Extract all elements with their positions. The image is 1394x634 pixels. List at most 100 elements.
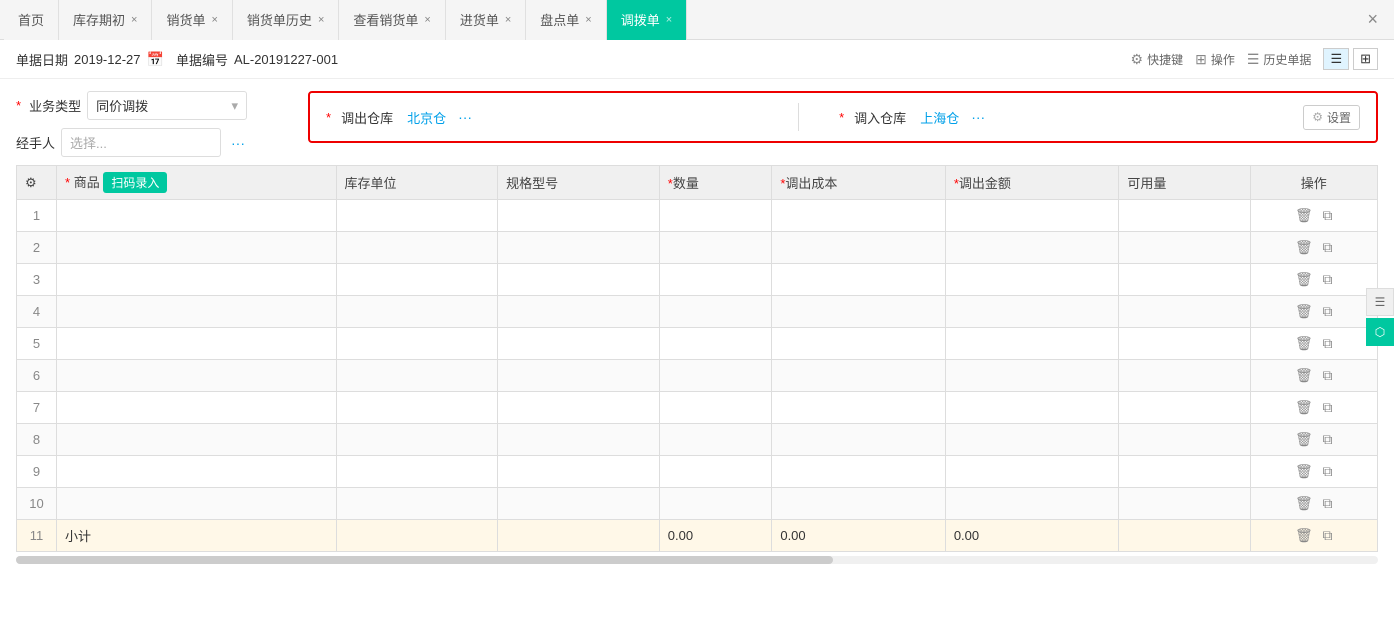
out-warehouse-value[interactable]: 北京仓 [407,108,446,127]
shortcut-action[interactable]: ⚙ 快捷键 [1131,51,1184,68]
row-amount[interactable] [945,456,1118,488]
tab-home[interactable]: 首页 [4,0,59,40]
row-cost[interactable] [772,328,945,360]
copy-icon[interactable]: ⧉ [1322,463,1332,479]
th-gear[interactable]: ⚙ [17,166,57,200]
tab-inventory-init[interactable]: 库存期初 × [59,0,152,40]
row-amount[interactable] [945,296,1118,328]
row-available [1119,488,1250,520]
in-warehouse-ellipsis-icon[interactable]: ··· [971,109,985,125]
out-warehouse-ellipsis-icon[interactable]: ··· [458,109,472,125]
delete-icon[interactable]: 🗑 [1295,463,1313,479]
scan-entry-button[interactable]: 扫码录入 [103,172,167,193]
delete-icon[interactable]: 🗑 [1295,239,1313,255]
row-amount[interactable] [945,200,1118,232]
row-cost[interactable] [772,200,945,232]
row-amount[interactable] [945,360,1118,392]
row-qty[interactable] [659,264,772,296]
delete-icon[interactable]: 🗑 [1295,207,1313,223]
row-cost[interactable] [772,232,945,264]
close-tab-sales-order[interactable]: × [211,14,217,26]
close-tab-inventory-init[interactable]: × [131,14,137,26]
row-amount[interactable] [945,424,1118,456]
row-cost[interactable] [772,456,945,488]
row-product[interactable] [57,328,337,360]
row-cost[interactable] [772,264,945,296]
copy-icon[interactable]: ⧉ [1322,399,1332,415]
handler-select[interactable]: 选择... [61,128,221,157]
tab-transfer[interactable]: 调拨单 × [607,0,687,40]
row-qty[interactable] [659,424,772,456]
settings-button[interactable]: ⚙ 设置 [1303,105,1360,130]
row-qty[interactable] [659,232,772,264]
calendar-icon[interactable]: 📅 [147,51,164,68]
delete-icon[interactable]: 🗑 [1295,527,1313,543]
operation-action[interactable]: ⊞ 操作 [1195,51,1235,68]
row-product[interactable] [57,456,337,488]
copy-icon[interactable]: ⧉ [1322,271,1332,287]
row-product[interactable] [57,232,337,264]
row-product[interactable] [57,424,337,456]
row-qty[interactable] [659,200,772,232]
float-expand-btn[interactable]: ⬡ [1366,318,1394,346]
copy-icon[interactable]: ⧉ [1322,527,1332,543]
delete-icon[interactable]: 🗑 [1295,367,1313,383]
copy-icon[interactable]: ⧉ [1322,335,1332,351]
row-product[interactable] [57,296,337,328]
delete-icon[interactable]: 🗑 [1295,399,1313,415]
tab-stocktake[interactable]: 盘点单 × [526,0,606,40]
copy-icon[interactable]: ⧉ [1322,239,1332,255]
delete-icon[interactable]: 🗑 [1295,303,1313,319]
delete-icon[interactable]: 🗑 [1295,271,1313,287]
row-cost[interactable] [772,296,945,328]
row-qty[interactable] [659,488,772,520]
delete-icon[interactable]: 🗑 [1295,495,1313,511]
close-tab-transfer[interactable]: × [666,14,672,26]
date-value[interactable]: 2019-12-27 [74,52,141,67]
row-product[interactable] [57,488,337,520]
row-qty[interactable] [659,360,772,392]
row-cost[interactable] [772,488,945,520]
row-product[interactable] [57,264,337,296]
float-list-btn[interactable]: ☰ [1366,288,1394,316]
copy-icon[interactable]: ⧉ [1322,207,1332,223]
row-amount[interactable] [945,488,1118,520]
row-qty[interactable] [659,456,772,488]
copy-icon[interactable]: ⧉ [1322,303,1332,319]
row-amount[interactable] [945,328,1118,360]
tab-purchase[interactable]: 进货单 × [446,0,526,40]
tab-sales-history[interactable]: 销货单历史 × [233,0,339,40]
row-amount[interactable] [945,232,1118,264]
window-close-button[interactable]: × [1355,9,1390,30]
th-unit: 库存单位 [336,166,498,200]
row-product[interactable] [57,200,337,232]
view-grid-btn[interactable]: ⊞ [1353,48,1378,70]
row-cost[interactable] [772,424,945,456]
close-tab-stocktake[interactable]: × [585,14,591,26]
row-qty[interactable] [659,328,772,360]
copy-icon[interactable]: ⧉ [1322,431,1332,447]
row-product[interactable] [57,360,337,392]
delete-icon[interactable]: 🗑 [1295,335,1313,351]
history-action[interactable]: ☰ 历史单据 [1247,51,1312,68]
in-warehouse-value[interactable]: 上海仓 [920,108,959,127]
copy-icon[interactable]: ⧉ [1322,367,1332,383]
tab-sales-order[interactable]: 销货单 × [152,0,232,40]
table-scrollbar[interactable] [16,556,1378,564]
tab-view-sales[interactable]: 查看销货单 × [339,0,445,40]
row-amount[interactable] [945,264,1118,296]
view-list-btn[interactable]: ☰ [1323,48,1349,70]
business-type-select[interactable]: 同价调拨 ▾ [87,91,247,120]
row-cost[interactable] [772,360,945,392]
copy-icon[interactable]: ⧉ [1322,495,1332,511]
close-tab-purchase[interactable]: × [505,14,511,26]
row-qty[interactable] [659,392,772,424]
row-qty[interactable] [659,296,772,328]
close-tab-sales-history[interactable]: × [318,14,324,26]
row-amount[interactable] [945,392,1118,424]
delete-icon[interactable]: 🗑 [1295,431,1313,447]
handler-ellipsis-icon[interactable]: ··· [231,135,245,151]
row-product[interactable] [57,392,337,424]
row-cost[interactable] [772,392,945,424]
close-tab-view-sales[interactable]: × [424,14,430,26]
